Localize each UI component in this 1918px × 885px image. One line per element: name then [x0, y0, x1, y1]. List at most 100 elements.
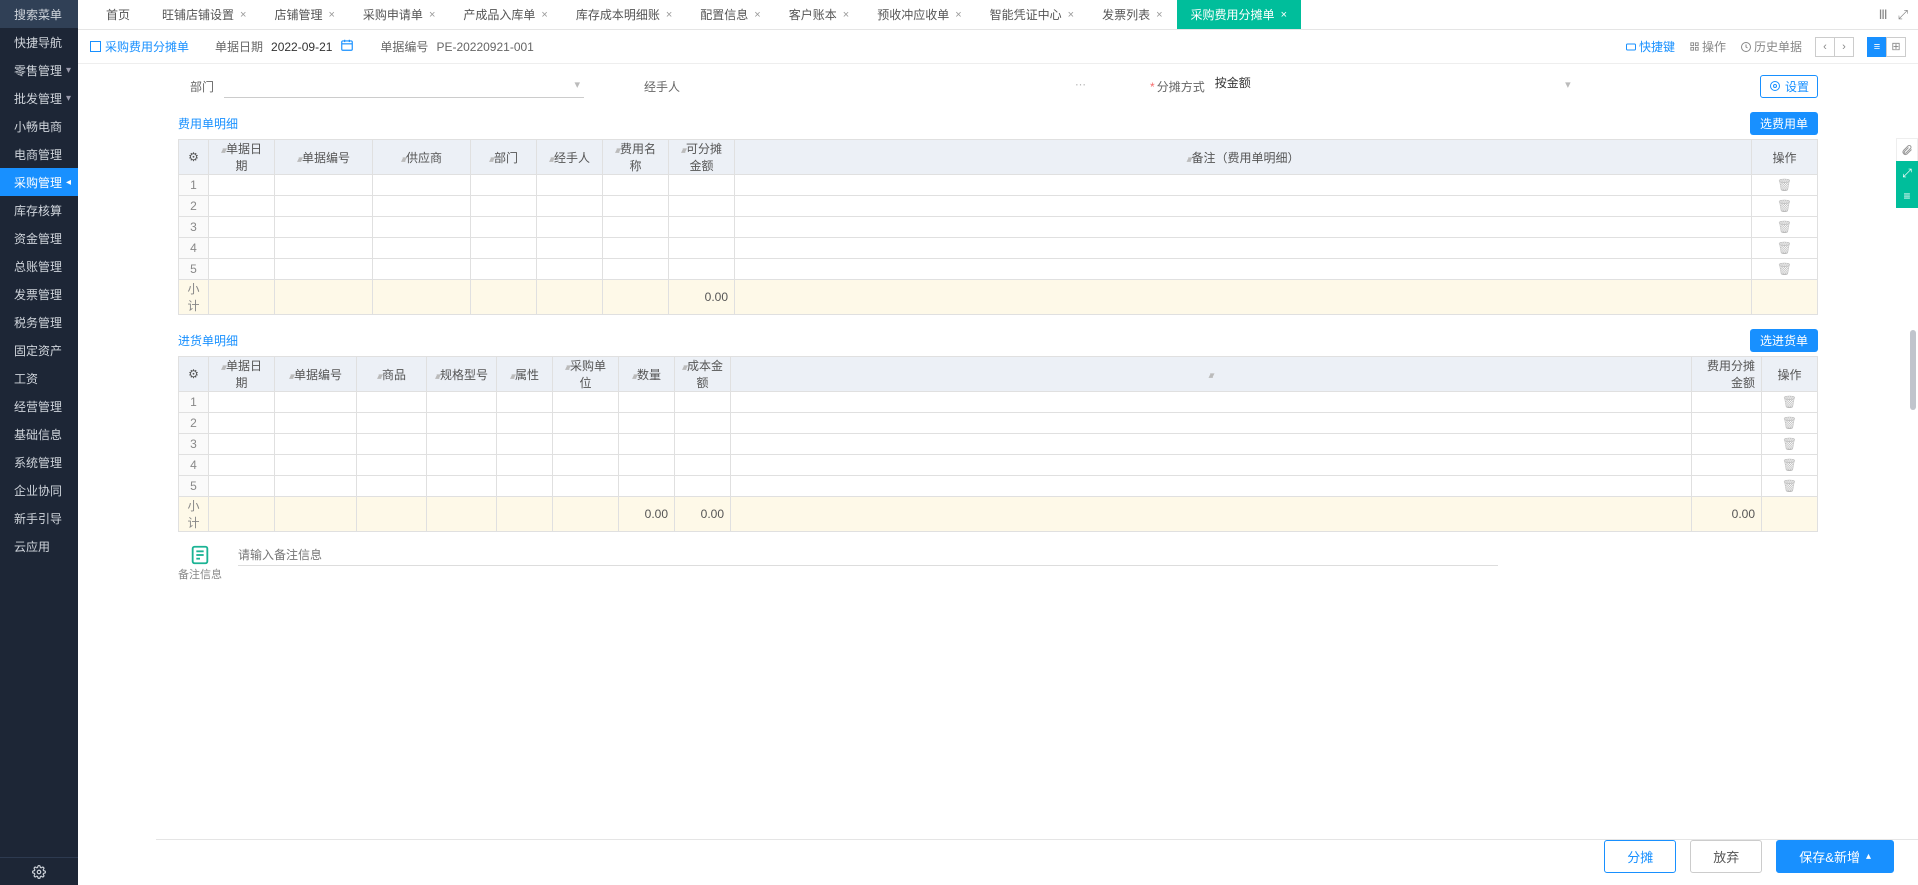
dock-attachment-icon[interactable] [1896, 138, 1918, 162]
delete-icon[interactable]: 🗑 [1777, 199, 1792, 213]
sort-icon[interactable]: ▴▾ [1186, 154, 1189, 164]
table-row[interactable]: 3🗑 [179, 217, 1818, 238]
history-link[interactable]: 历史单据 [1740, 38, 1802, 55]
ops-link[interactable]: 操作 [1689, 38, 1726, 55]
tab-9[interactable]: 发票列表× [1088, 0, 1176, 29]
delete-icon[interactable]: 🗑 [1782, 458, 1797, 472]
delete-icon[interactable]: 🗑 [1782, 416, 1797, 430]
gear-icon[interactable]: ⚙ [188, 367, 199, 381]
close-icon[interactable]: × [666, 9, 672, 21]
view-grid-btn[interactable]: ⊞ [1886, 37, 1906, 57]
delete-icon[interactable]: 🗑 [1777, 262, 1792, 276]
sort-icon[interactable]: ▴▾ [681, 145, 684, 155]
date-value[interactable]: 2022-09-21 [271, 40, 332, 54]
delete-icon[interactable]: 🗑 [1777, 178, 1792, 192]
t1-col-5[interactable]: ▴▾经手人 [537, 140, 603, 175]
table-row[interactable]: 5🗑 [179, 476, 1818, 497]
sidebar-item-7[interactable]: 库存核算 [0, 196, 78, 224]
tab-3[interactable]: 产成品入库单× [449, 0, 561, 29]
t1-col-1[interactable]: ▴▾单据日期 [209, 140, 275, 175]
sort-icon[interactable]: ▴▾ [632, 371, 635, 381]
calendar-icon[interactable] [340, 38, 354, 55]
t1-col-0[interactable]: ⚙ [179, 140, 209, 175]
sidebar-item-19[interactable]: 云应用 [0, 532, 78, 560]
sidebar-item-1[interactable]: 快捷导航 [0, 28, 78, 56]
sort-icon[interactable]: ▴▾ [615, 145, 618, 155]
sort-icon[interactable]: ▴▾ [297, 154, 300, 164]
alloc-select[interactable]: 按金额 ▾ [1215, 74, 1575, 98]
operator-select[interactable]: ⋯ [690, 74, 1090, 98]
sidebar-item-4[interactable]: 小畅电商 [0, 112, 78, 140]
sidebar-item-8[interactable]: 资金管理 [0, 224, 78, 252]
delete-icon[interactable]: 🗑 [1782, 395, 1797, 409]
setting-button[interactable]: 设置 [1760, 75, 1818, 98]
gear-icon[interactable]: ⚙ [188, 150, 199, 164]
tab-4[interactable]: 库存成本明细账× [562, 0, 686, 29]
sort-icon[interactable]: ▴▾ [221, 362, 224, 372]
t1-col-6[interactable]: ▴▾费用名称 [603, 140, 669, 175]
sort-icon[interactable]: ▴▾ [401, 154, 404, 164]
prev-doc-btn[interactable]: ‹ [1815, 37, 1835, 57]
t2-col-7[interactable]: ▴▾数量 [619, 357, 675, 392]
sort-icon[interactable]: ▴▾ [289, 371, 292, 381]
dock-menu-icon[interactable]: ≡ [1896, 184, 1918, 208]
discard-button[interactable]: 放弃 [1690, 840, 1762, 873]
sidebar-item-6[interactable]: 采购管理◂ [0, 168, 78, 196]
t2-col-0[interactable]: ⚙ [179, 357, 209, 392]
tab-2[interactable]: 采购申请单× [349, 0, 449, 29]
sidebar-item-13[interactable]: 工资 [0, 364, 78, 392]
close-icon[interactable]: × [328, 9, 334, 21]
close-icon[interactable]: × [754, 9, 760, 21]
t1-col-2[interactable]: ▴▾单据编号 [275, 140, 373, 175]
t2-col-6[interactable]: ▴▾采购单位 [553, 357, 619, 392]
dock-expand-icon[interactable]: ⤢ [1896, 161, 1918, 185]
close-icon[interactable]: × [1281, 9, 1287, 21]
sidebar-item-17[interactable]: 企业协同 [0, 476, 78, 504]
view-list-btn[interactable]: ≡ [1867, 37, 1887, 57]
close-icon[interactable]: × [1156, 9, 1162, 21]
tab-6[interactable]: 客户账本× [775, 0, 863, 29]
sidebar-item-15[interactable]: 基础信息 [0, 420, 78, 448]
t1-col-3[interactable]: ▴▾供应商 [373, 140, 471, 175]
sort-icon[interactable]: ▴▾ [549, 154, 552, 164]
close-icon[interactable]: × [240, 9, 246, 21]
t1-col-8[interactable]: ▴▾备注（费用单明细） [735, 140, 1752, 175]
tab-7[interactable]: 预收冲应收单× [863, 0, 975, 29]
t2-col-1[interactable]: ▴▾单据日期 [209, 357, 275, 392]
t2-col-9[interactable]: ▴▾ [731, 357, 1692, 392]
close-icon[interactable]: × [541, 9, 547, 21]
tab-1[interactable]: 店铺管理× [260, 0, 348, 29]
tab-8[interactable]: 智能凭证中心× [976, 0, 1088, 29]
table-row[interactable]: 4🗑 [179, 455, 1818, 476]
sidebar-item-11[interactable]: 税务管理 [0, 308, 78, 336]
remark-input[interactable] [238, 544, 1498, 565]
tab-10[interactable]: 采购费用分摊单× [1177, 0, 1301, 29]
close-icon[interactable]: × [429, 9, 435, 21]
delete-icon[interactable]: 🗑 [1782, 479, 1797, 493]
sort-icon[interactable]: ▴▾ [435, 371, 438, 381]
sort-icon[interactable]: ▴▾ [489, 154, 492, 164]
sidebar-item-10[interactable]: 发票管理 [0, 280, 78, 308]
sidebar-settings-icon[interactable] [0, 857, 78, 885]
tabs-menu-icon[interactable]: Ⅲ [1879, 7, 1888, 23]
delete-icon[interactable]: 🗑 [1782, 437, 1797, 451]
sidebar-item-9[interactable]: 总账管理 [0, 252, 78, 280]
t1-col-7[interactable]: ▴▾可分摊金额 [669, 140, 735, 175]
table-row[interactable]: 2🗑 [179, 196, 1818, 217]
sidebar-item-5[interactable]: 电商管理 [0, 140, 78, 168]
sort-icon[interactable]: ▴▾ [221, 145, 224, 155]
table-row[interactable]: 1🗑 [179, 175, 1818, 196]
sort-icon[interactable]: ▴▾ [377, 371, 380, 381]
sidebar-item-18[interactable]: 新手引导 [0, 504, 78, 532]
tab-5[interactable]: 配置信息× [686, 0, 774, 29]
tabs-expand-icon[interactable]: ⤢ [1898, 7, 1908, 23]
close-icon[interactable]: × [843, 9, 849, 21]
t1-col-4[interactable]: ▴▾部门 [471, 140, 537, 175]
t2-col-2[interactable]: ▴▾单据编号 [275, 357, 357, 392]
t2-col-4[interactable]: ▴▾规格型号 [427, 357, 497, 392]
tab-0[interactable]: 旺铺店铺设置× [148, 0, 260, 29]
t2-col-3[interactable]: ▴▾商品 [357, 357, 427, 392]
close-icon[interactable]: × [955, 9, 961, 21]
sort-icon[interactable]: ▴▾ [1208, 370, 1211, 380]
next-doc-btn[interactable]: › [1834, 37, 1854, 57]
